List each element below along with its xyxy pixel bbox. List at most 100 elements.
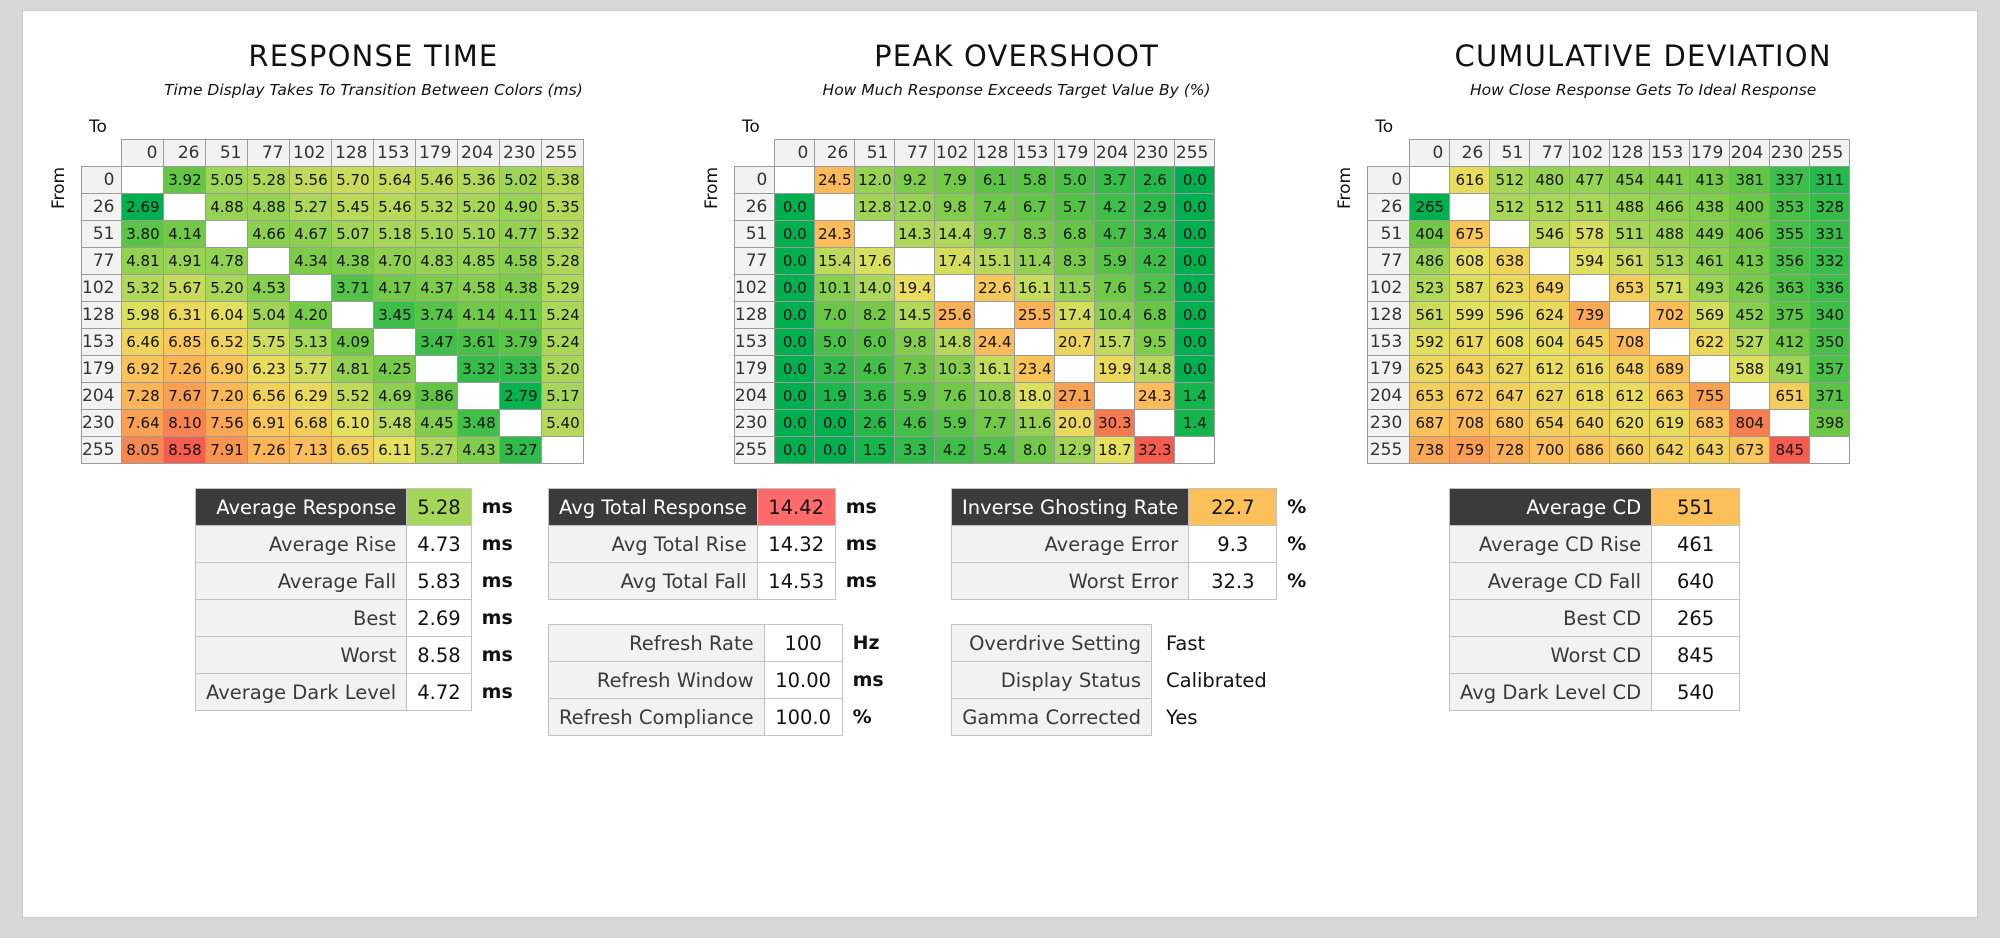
summary-label: Average Error [950,525,1190,563]
matrix-cell: 426 [1729,274,1771,302]
matrix-cell: 14.5 [894,301,936,329]
column-header: 255 [541,139,585,167]
matrix-cell: 511 [1569,193,1611,221]
column-header: 230 [1769,139,1811,167]
matrix-row: 255 8.05 8.58 7.91 7.26 7.13 6.65 6.11 5.27 4.43 3… [80,436,585,464]
matrix-cell: 616 [1449,166,1491,194]
matrix-cell: 3.48 [457,409,501,437]
matrix-cell: 7.64 [121,409,165,437]
matrix-cell: 375 [1769,301,1811,329]
summary-value: 640 [1651,562,1741,600]
matrix-cell: 3.2 [814,355,856,383]
matrix-row: 0 24.5 12.0 9.2 7.9 6.1 5.8 5.0 3.7 2.6 0.0 [733,166,1216,194]
summary-row-item: Display Status Calibrated [951,661,1298,699]
matrix-cell: 5.2 [1134,274,1176,302]
matrix-cell: 0.0 [1174,274,1216,302]
matrix-row: 51 0.0 24.3 14.3 14.4 9.7 8.3 6.8 4.7 3.4 0.0 [733,220,1216,248]
matrix-cell: 5.32 [121,274,165,302]
matrix-cell: 7.9 [934,166,976,194]
matrix-cell: 649 [1529,274,1571,302]
matrix-cell: 4.67 [289,220,333,248]
matrix-cell: 4.66 [247,220,291,248]
matrix-cell: 513 [1649,247,1691,275]
matrix-cell: 4.25 [373,355,417,383]
matrix-cell: 647 [1489,382,1531,410]
matrix-cell: 5.17 [541,382,585,410]
matrix-cell: 5.75 [247,328,291,356]
summary-label: Best CD [1448,599,1653,637]
matrix-row: 102 523 587 623 649 653 571 493 426 363 336 [1367,274,1851,302]
matrix-cell: 588 [1729,355,1771,383]
matrix-cell: 5.32 [415,193,459,221]
matrix-cell: 24.3 [1134,382,1176,410]
summary-row-item: Worst Error 32.3% [950,562,1317,600]
matrix-cell: 22.6 [974,274,1016,302]
matrix-cell-diagonal [1609,301,1651,329]
matrix-row: 102 5.32 5.67 5.20 4.53 3.71 4.17 4.37 4.58 4.38 5… [80,274,585,302]
matrix-cell: 449 [1689,220,1731,248]
matrix-cell: 643 [1449,355,1491,383]
row-header: 255 [1367,436,1411,464]
matrix-cell: 0.0 [774,220,816,248]
matrix-cell: 5.7 [1054,193,1096,221]
row-header: 204 [1367,382,1411,410]
matrix-row: 179 625 643 627 612 616 648 689 588 491 357 [1367,355,1851,383]
panel-subtitle-cumulative-deviation: How Close Response Gets To Ideal Respons… [1469,81,1817,99]
matrix-cell: 623 [1489,274,1531,302]
matrix-cell: 7.56 [205,409,249,437]
summary-value: 540 [1651,673,1741,711]
matrix-row: 204 7.28 7.67 7.20 6.56 6.29 5.52 4.69 3.86 2.79 5… [80,382,585,410]
matrix-cell: 663 [1649,382,1691,410]
row-header: 51 [80,220,123,248]
matrix-cell: 441 [1649,166,1691,194]
matrix-cell: 2.6 [1134,166,1176,194]
matrix-cell: 350 [1809,328,1851,356]
matrix-cell: 3.79 [499,328,543,356]
matrix-cell: 7.0 [814,301,856,329]
matrix-cell: 14.8 [1134,355,1176,383]
column-header: 153 [1649,139,1691,167]
summary-table-cumulative: Average CD 551 Average CD Rise 461 Average C… [1448,488,1761,711]
matrix-cell: 546 [1529,220,1571,248]
matrix-cell: 4.69 [373,382,417,410]
matrix-cell: 12.9 [1054,436,1096,464]
matrix-cell: 512 [1489,166,1531,194]
matrix-cell: 619 [1649,409,1691,437]
summary-value: 5.28 [406,488,472,526]
matrix-cell: 353 [1769,193,1811,221]
matrix-cell: 4.2 [934,436,976,464]
matrix-cell: 400 [1729,193,1771,221]
matrix-cell-diagonal [121,166,165,194]
matrix-cell: 14.3 [894,220,936,248]
axis-label-to-3: To [1375,117,1394,137]
matrix-cell: 1.5 [854,436,896,464]
matrix-cell: 480 [1529,166,1571,194]
matrix-cell: 336 [1809,274,1851,302]
summary-unit: % [1287,496,1307,518]
matrix-cell: 381 [1729,166,1771,194]
matrix-cell: 8.0 [1014,436,1056,464]
matrix-cell: 0.0 [774,247,816,275]
matrix-cell-diagonal [247,247,291,275]
column-header: 153 [373,139,417,167]
summary-unit: ms [845,533,877,555]
matrix-cell-diagonal [205,220,249,248]
matrix-cell: 4.78 [205,247,249,275]
summary-value: Fast [1151,624,1278,662]
matrix-cell: 596 [1489,301,1531,329]
summary-row-item: Refresh Window 10.00 ms [548,661,895,699]
matrix-cell: 3.27 [499,436,543,464]
axis-label-to-1: To [89,117,107,137]
summary-label: Average CD Fall [1448,562,1653,600]
matrix-cell: 24.5 [814,166,856,194]
matrix-row: 230 7.64 8.10 7.56 6.91 6.68 6.10 5.48 4.45 3.48 5… [80,409,585,437]
matrix-cell: 16.1 [974,355,1016,383]
matrix-cell: 25.6 [934,301,976,329]
summary-label: Worst CD [1448,636,1653,674]
summary-value: 9.3 [1188,525,1278,563]
matrix-cell: 5.0 [814,328,856,356]
matrix-row: 128 561 599 596 624 739 702 569 452 375 340 [1367,301,1851,329]
matrix-cell: 627 [1489,355,1531,383]
matrix-cell: 561 [1609,247,1651,275]
summary-unit: ms [852,669,884,691]
